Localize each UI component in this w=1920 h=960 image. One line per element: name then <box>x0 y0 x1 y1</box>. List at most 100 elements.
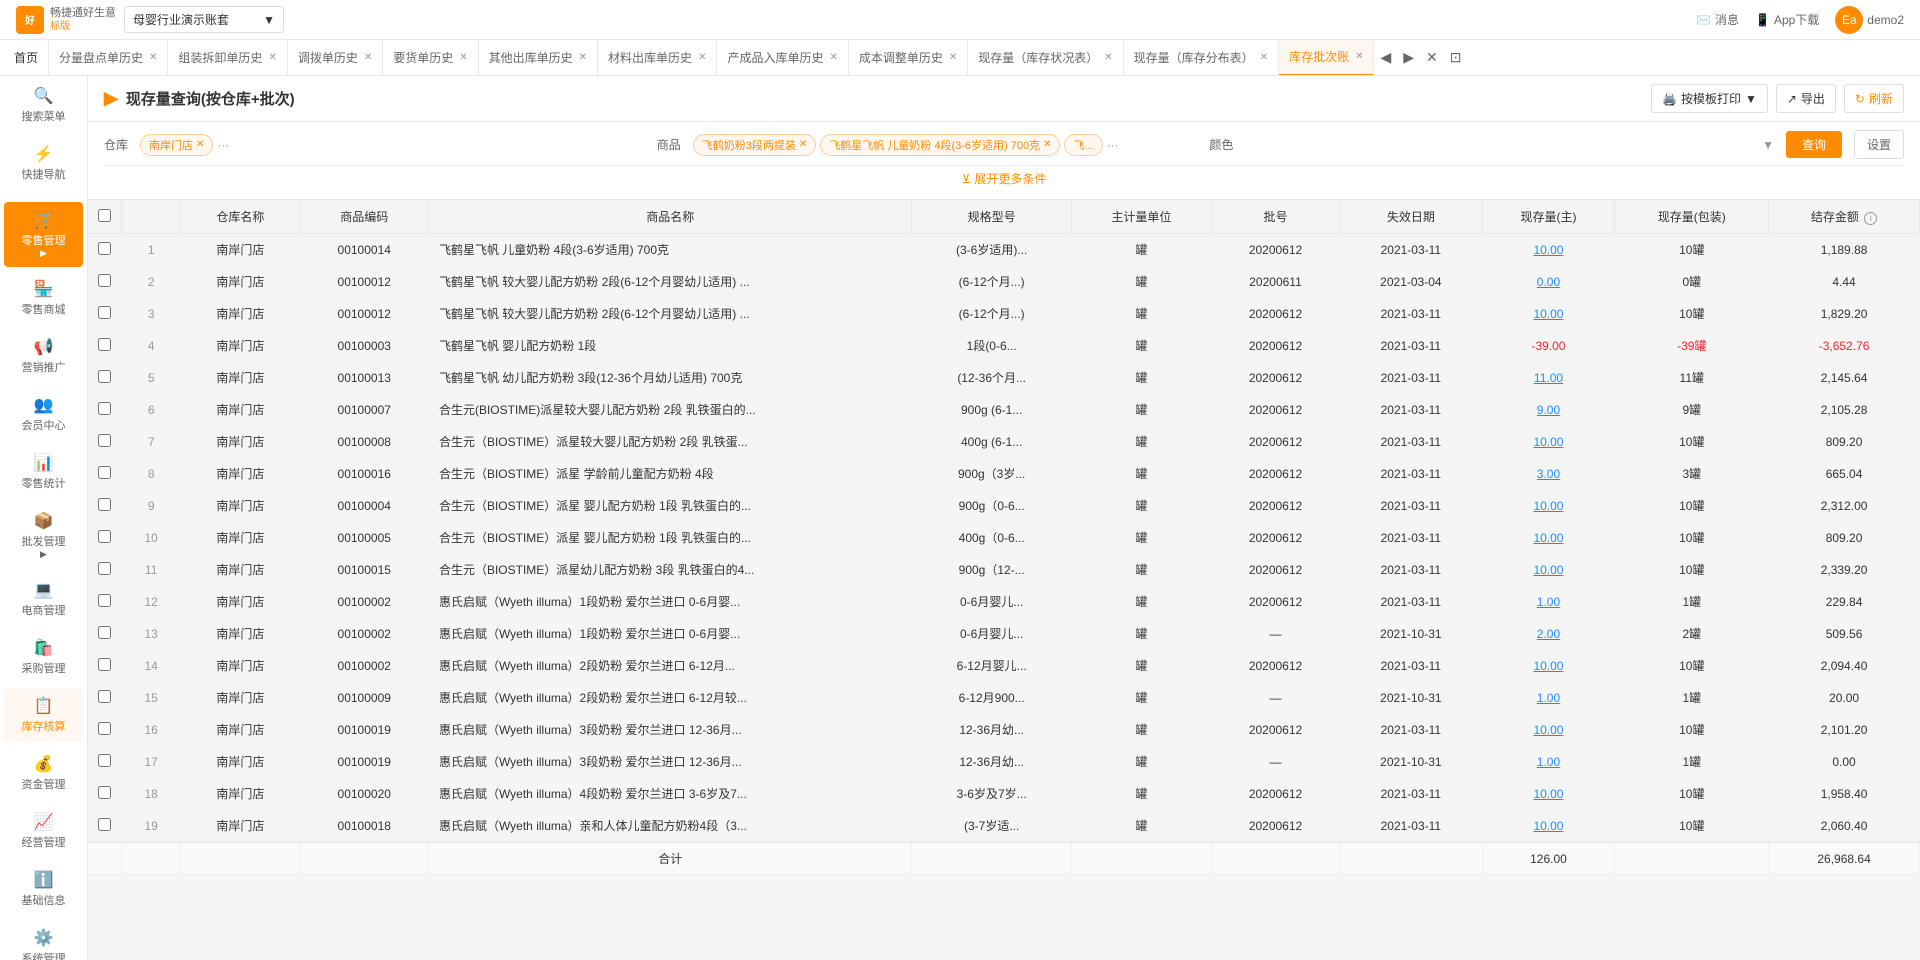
row-checkbox-cell[interactable] <box>88 650 122 682</box>
product-tag-more[interactable]: 飞... <box>1064 134 1102 156</box>
tab-close-all-btn[interactable]: ✕ <box>1420 40 1444 76</box>
company-select[interactable]: 母婴行业演示账套 ▼ <box>124 6 284 33</box>
tab-menu-btn[interactable]: ⊡ <box>1444 40 1468 76</box>
row-checkbox[interactable] <box>98 402 111 415</box>
sidebar-item-search[interactable]: 🔍 搜索菜单 <box>4 78 83 132</box>
sidebar-item-ecommerce[interactable]: 💻 电商管理 <box>4 572 83 626</box>
filter-expand-btn[interactable]: ⊻ 展开更多条件 <box>104 165 1904 191</box>
row-checkbox-cell[interactable] <box>88 458 122 490</box>
color-dropdown-icon[interactable]: ▼ <box>1762 138 1774 152</box>
row-checkbox[interactable] <box>98 306 111 319</box>
row-checkbox-cell[interactable] <box>88 554 122 586</box>
row-checkbox[interactable] <box>98 754 111 767</box>
row-checkbox[interactable] <box>98 434 111 447</box>
row-qty-main[interactable]: 10.00 <box>1482 426 1615 458</box>
row-qty-main[interactable]: 0.00 <box>1482 266 1615 298</box>
row-qty-main[interactable]: 10.00 <box>1482 234 1615 266</box>
warehouse-more[interactable]: ··· <box>217 138 229 152</box>
tab-close-icon[interactable]: ✕ <box>829 52 837 63</box>
tag-close-icon[interactable]: ✕ <box>799 139 807 150</box>
row-qty-main[interactable]: 1.00 <box>1482 586 1615 618</box>
sidebar-item-member[interactable]: 👥 会员中心 <box>4 387 83 441</box>
row-checkbox-cell[interactable] <box>88 778 122 810</box>
row-checkbox[interactable] <box>98 722 111 735</box>
row-checkbox-cell[interactable] <box>88 266 122 298</box>
row-qty-main[interactable]: 10.00 <box>1482 778 1615 810</box>
sidebar-item-retail-mgmt[interactable]: 🛒 零售管理 ▶ <box>4 202 83 267</box>
tab-cailiao[interactable]: 材料出库单历史 ✕ <box>598 40 717 76</box>
row-checkbox[interactable] <box>98 626 111 639</box>
tab-close-icon[interactable]: ✕ <box>1104 52 1112 63</box>
tab-tiaobo[interactable]: 调拨单历史 ✕ <box>288 40 383 76</box>
row-qty-main[interactable]: 9.00 <box>1482 394 1615 426</box>
row-checkbox[interactable] <box>98 530 111 543</box>
tab-close-icon[interactable]: ✕ <box>949 52 957 63</box>
row-checkbox-cell[interactable] <box>88 426 122 458</box>
row-checkbox-cell[interactable] <box>88 234 122 266</box>
row-checkbox[interactable] <box>98 690 111 703</box>
row-checkbox-cell[interactable] <box>88 618 122 650</box>
tab-kucun1[interactable]: 现存量（库存状况表） ✕ <box>968 40 1123 76</box>
sidebar-item-finance[interactable]: 💰 资金管理 <box>4 746 83 800</box>
row-checkbox-cell[interactable] <box>88 714 122 746</box>
row-qty-main[interactable]: 10.00 <box>1482 714 1615 746</box>
tab-chengben[interactable]: 成本调整单历史 ✕ <box>849 40 968 76</box>
tag-close-icon[interactable]: ✕ <box>196 139 204 150</box>
row-qty-main[interactable]: 10.00 <box>1482 490 1615 522</box>
row-checkbox[interactable] <box>98 370 111 383</box>
sidebar-item-retail-shop[interactable]: 🏪 零售商城 <box>4 271 83 325</box>
tab-prev-btn[interactable]: ◀ <box>1374 40 1397 76</box>
row-checkbox[interactable] <box>98 242 111 255</box>
tag-close-icon[interactable]: ✕ <box>1043 139 1051 150</box>
row-checkbox[interactable] <box>98 658 111 671</box>
tab-close-icon[interactable]: ✕ <box>364 52 372 63</box>
col-checkbox[interactable] <box>88 200 122 234</box>
row-checkbox[interactable] <box>98 562 111 575</box>
amount-info-icon[interactable]: i <box>1864 212 1877 225</box>
warehouse-tag[interactable]: 南岸门店 ✕ <box>140 134 213 156</box>
tab-kucun2[interactable]: 现存量（库存分布表） ✕ <box>1124 40 1279 76</box>
row-checkbox-cell[interactable] <box>88 746 122 778</box>
row-checkbox-cell[interactable] <box>88 682 122 714</box>
sidebar-item-quicknav[interactable]: ⚡ 快捷导航 <box>4 136 83 190</box>
sidebar-item-operations[interactable]: 📈 经营管理 <box>4 804 83 858</box>
table-wrapper[interactable]: 仓库名称 商品编码 商品名称 规格型号 主计量单位 批号 失效日期 现存量(主)… <box>88 200 1920 960</box>
product-tag-2[interactable]: 飞鹤星飞帆 儿童奶粉 4段(3-6岁适用) 700克 ✕ <box>820 134 1060 156</box>
row-qty-main[interactable]: 10.00 <box>1482 650 1615 682</box>
row-qty-main[interactable]: 11.00 <box>1482 362 1615 394</box>
tab-chanpin[interactable]: 产成品入库单历史 ✕ <box>717 40 848 76</box>
tab-home[interactable]: 首页 <box>4 40 49 76</box>
user-area[interactable]: Ea demo2 <box>1835 6 1904 34</box>
tab-yaohuo[interactable]: 要货单历史 ✕ <box>383 40 478 76</box>
sidebar-item-basic[interactable]: ℹ️ 基础信息 <box>4 862 83 916</box>
refresh-btn[interactable]: ↻ 刷新 <box>1844 84 1904 113</box>
row-qty-main[interactable]: 1.00 <box>1482 682 1615 714</box>
sidebar-item-marketing[interactable]: 📢 营销推广 <box>4 329 83 383</box>
row-checkbox-cell[interactable] <box>88 362 122 394</box>
row-checkbox-cell[interactable] <box>88 394 122 426</box>
tab-qita[interactable]: 其他出库单历史 ✕ <box>479 40 598 76</box>
expand-sidebar-btn[interactable]: ▶ <box>104 88 118 109</box>
row-checkbox-cell[interactable] <box>88 586 122 618</box>
sidebar-item-retail-stats[interactable]: 📊 零售统计 <box>4 445 83 499</box>
settings-btn[interactable]: 设置 <box>1854 130 1904 159</box>
product-tag-1[interactable]: 飞鹤奶粉3段两提装 ✕ <box>693 134 817 156</box>
tab-kupi[interactable]: 库存批次账 ✕ <box>1279 40 1374 76</box>
sidebar-item-inventory[interactable]: 📋 库存核算 <box>4 688 83 742</box>
row-checkbox[interactable] <box>98 594 111 607</box>
row-checkbox-cell[interactable] <box>88 298 122 330</box>
query-btn[interactable]: 查询 <box>1786 131 1842 158</box>
row-checkbox[interactable] <box>98 498 111 511</box>
app-download-btn[interactable]: 📱 App下载 <box>1755 11 1819 28</box>
sidebar-item-wholesale[interactable]: 📦 批发管理 ▶ <box>4 503 83 568</box>
row-qty-main[interactable]: 3.00 <box>1482 458 1615 490</box>
messages-btn[interactable]: ✉️ 消息 <box>1696 11 1739 28</box>
tab-fenpan[interactable]: 分量盘点单历史 ✕ <box>49 40 168 76</box>
template-print-btn[interactable]: 🖨️ 按模板打印 ▼ <box>1651 84 1768 113</box>
sidebar-item-purchase[interactable]: 🛍️ 采购管理 <box>4 630 83 684</box>
row-qty-main[interactable]: 1.00 <box>1482 746 1615 778</box>
tab-next-btn[interactable]: ▶ <box>1397 40 1420 76</box>
select-all-checkbox[interactable] <box>98 209 111 222</box>
row-checkbox-cell[interactable] <box>88 522 122 554</box>
row-qty-main[interactable]: -39.00 <box>1482 330 1615 362</box>
